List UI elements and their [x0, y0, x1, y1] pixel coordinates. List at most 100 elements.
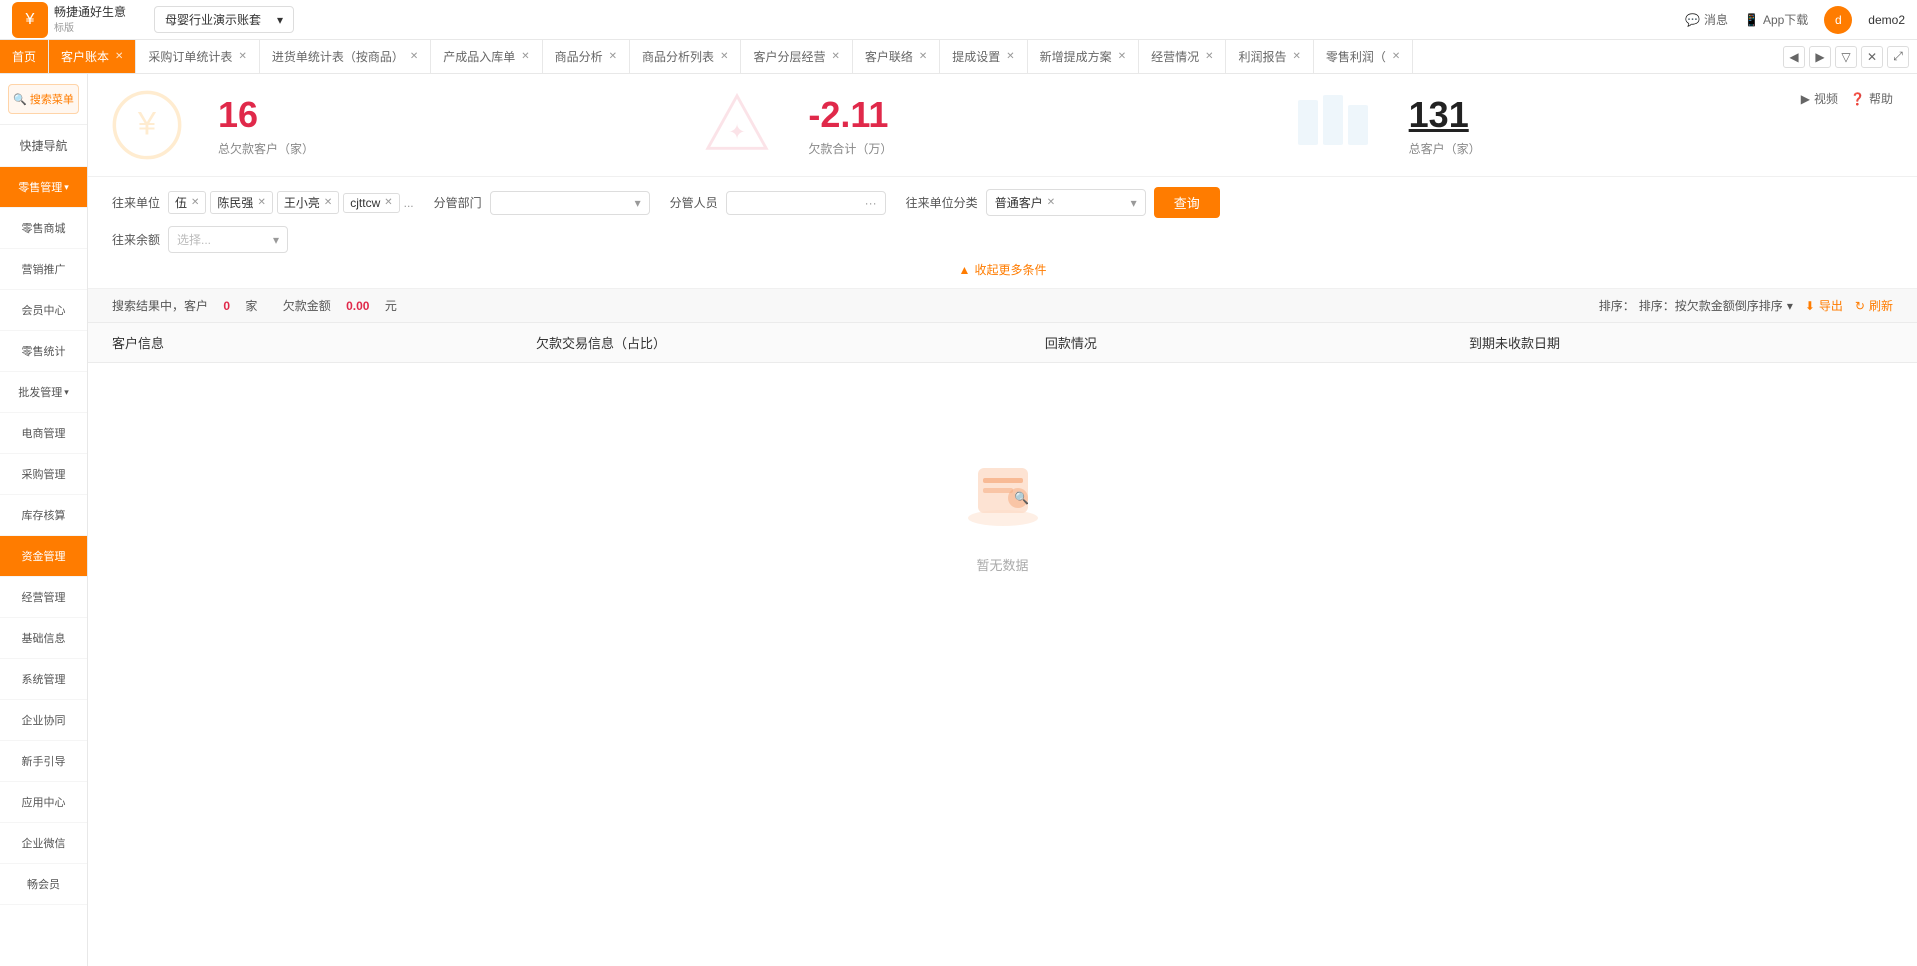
table-header: 客户信息 欠款交易信息（占比） 回款情况 到期未收款日期 [88, 323, 1917, 363]
tab-product-analysis-list[interactable]: 商品分析列表 ✕ [630, 40, 741, 74]
tab-retail-profit-close[interactable]: ✕ [1392, 51, 1400, 62]
sidebar-item-quick-nav[interactable]: 快捷导航 [0, 125, 87, 167]
tab-customer-book-close[interactable]: ✕ [115, 51, 123, 62]
tab-inbound-stats-close[interactable]: ✕ [410, 51, 418, 62]
tab-operations-close[interactable]: ✕ [1205, 51, 1213, 62]
tab-scroll-left[interactable]: ◀ [1783, 46, 1805, 68]
tab-customer-book[interactable]: 客户账本 ✕ [49, 40, 136, 74]
logo-icon: ¥ [12, 2, 48, 38]
tab-purchase-order[interactable]: 采购订单统计表 ✕ [136, 40, 259, 74]
tab-customer-segment-close[interactable]: ✕ [831, 51, 839, 62]
tab-promo-settings-close[interactable]: ✕ [1006, 51, 1014, 62]
sidebar-item-enterprise[interactable]: 企业协同 [0, 700, 87, 741]
filter-more-tags[interactable]: ... [404, 196, 414, 210]
sidebar-item-basic-info[interactable]: 基础信息 [0, 618, 87, 659]
tab-inbound-stats[interactable]: 进货单统计表（按商品） ✕ [260, 40, 431, 74]
tab-contact-label: 客户联络 [865, 48, 913, 65]
sidebar-item-operations-mgmt[interactable]: 经营管理 [0, 577, 87, 618]
workspace-selector[interactable]: 母婴行业演示账套 ▾ [154, 6, 294, 33]
unit-category-select[interactable]: 普通客户 ✕ ▾ [986, 189, 1146, 216]
tab-new-promo[interactable]: 新增提成方案 ✕ [1028, 40, 1139, 74]
person-select[interactable]: ··· [726, 191, 886, 215]
tab-product-analysis-close[interactable]: ✕ [609, 51, 617, 62]
stats-row: ¥ 16 总欠款客户（家） ✦ -2.11 欠款合计（万） 131 总客户（家） [88, 74, 1917, 177]
sidebar-item-ecommerce[interactable]: 电商管理 [0, 413, 87, 454]
col-debt-info: 欠款交易信息（占比） [536, 333, 1045, 352]
unit-category-close[interactable]: ✕ [1047, 197, 1055, 208]
tag-chen-close[interactable]: ✕ [257, 197, 265, 208]
search-result-label: 搜索结果中，客户 0 家 欠款金额 0.00 元 [112, 299, 409, 313]
tab-profit-report-close[interactable]: ✕ [1293, 51, 1301, 62]
department-select[interactable]: ▾ [490, 191, 650, 215]
sidebar-search-button[interactable]: 🔍 搜索菜单 [8, 84, 79, 114]
tag-wu-close[interactable]: ✕ [191, 197, 199, 208]
tab-customer-segment[interactable]: 客户分层经营 ✕ [741, 40, 852, 74]
tag-wu-value: 伍 [175, 194, 187, 211]
sidebar-item-retail-mall[interactable]: 零售商城 [0, 208, 87, 249]
sidebar-item-new-user-guide[interactable]: 新手引导 [0, 741, 87, 782]
sidebar-item-wholesale[interactable]: 批发管理 ▾ [0, 372, 87, 413]
app-download-label: App下载 [1763, 11, 1808, 28]
tab-retail-profit-label: 零售利润（ [1326, 48, 1386, 65]
tab-promo-settings-label: 提成设置 [952, 48, 1000, 65]
sidebar-item-retail-management[interactable]: 零售管理 ▾ [0, 167, 87, 208]
tab-promo-settings[interactable]: 提成设置 ✕ [940, 40, 1027, 74]
query-button[interactable]: 查询 [1154, 187, 1220, 218]
tab-profit-report[interactable]: 利润报告 ✕ [1226, 40, 1313, 74]
tab-close-all[interactable]: ✕ [1861, 46, 1883, 68]
sidebar-item-vip-member[interactable]: 畅会员 [0, 864, 87, 905]
sidebar-item-purchase[interactable]: 采购管理 [0, 454, 87, 495]
refresh-button[interactable]: ↻ 刷新 [1855, 297, 1893, 314]
stat-debt-number: -2.11 [808, 94, 888, 136]
video-label: 视频 [1814, 90, 1838, 107]
collapse-button[interactable]: ▲ 收起更多条件 [112, 261, 1893, 278]
sidebar-item-finance[interactable]: 资金管理 [0, 536, 87, 577]
app-download-action[interactable]: 📱 App下载 [1744, 11, 1808, 28]
tab-product-analysis[interactable]: 商品分析 ✕ [543, 40, 630, 74]
tag-cjttcw-close[interactable]: ✕ [384, 197, 392, 208]
tag-chen-value: 陈民强 [217, 194, 253, 211]
stat-customers-number: 16 [218, 94, 258, 136]
sidebar-item-retail-stats[interactable]: 零售统计 [0, 331, 87, 372]
sidebar-item-system-mgmt[interactable]: 系统管理 [0, 659, 87, 700]
play-icon: ▶ [1801, 92, 1810, 106]
user-avatar[interactable]: d [1824, 6, 1852, 34]
tag-wang-close[interactable]: ✕ [324, 197, 332, 208]
message-action[interactable]: 💬 消息 [1685, 11, 1728, 28]
result-actions: 排序： 排序：按欠款金额倒序排序 ▾ ⬇ 导出 ↻ 刷新 [1599, 297, 1893, 314]
stat-count-label: 总客户（家） [1409, 140, 1481, 157]
export-label: 导出 [1819, 297, 1843, 314]
tab-fullscreen[interactable]: ⤢ [1887, 46, 1909, 68]
sort-selector[interactable]: 排序： 排序：按欠款金额倒序排序 ▾ [1599, 297, 1793, 314]
tab-production-inbound[interactable]: 产成品入库单 ✕ [431, 40, 542, 74]
stats-actions: ▶ 视频 ❓ 帮助 [1801, 90, 1893, 107]
tab-expand[interactable]: ▽ [1835, 46, 1857, 68]
remain-amount-select[interactable]: 选择... ▾ [168, 226, 288, 253]
sidebar-system-label: 系统管理 [22, 674, 66, 686]
sidebar-item-app-center[interactable]: 应用中心 [0, 782, 87, 823]
tab-profit-report-label: 利润报告 [1238, 48, 1286, 65]
sidebar-item-member-center[interactable]: 会员中心 [0, 290, 87, 331]
sidebar-item-inventory[interactable]: 库存核算 [0, 495, 87, 536]
sidebar-item-enterprise-wechat[interactable]: 企业微信 [0, 823, 87, 864]
help-link[interactable]: ❓ 帮助 [1850, 90, 1893, 107]
tab-operations[interactable]: 经营情况 ✕ [1139, 40, 1226, 74]
top-bar: ¥ 畅捷通好生意 标版 母婴行业演示账套 ▾ 💬 消息 📱 App下载 d de… [0, 0, 1917, 40]
sidebar-purchase-label: 采购管理 [22, 469, 66, 481]
sidebar-item-marketing[interactable]: 营销推广 [0, 249, 87, 290]
tab-product-list-close[interactable]: ✕ [720, 51, 728, 62]
tab-purchase-order-close[interactable]: ✕ [238, 51, 246, 62]
tab-new-promo-close[interactable]: ✕ [1118, 51, 1126, 62]
tab-contact-close[interactable]: ✕ [919, 51, 927, 62]
sidebar-quick-nav-label: 快捷导航 [19, 139, 67, 153]
tab-production-close[interactable]: ✕ [521, 51, 529, 62]
tab-retail-profit[interactable]: 零售利润（ ✕ [1314, 40, 1413, 74]
tab-customer-contact[interactable]: 客户联络 ✕ [853, 40, 940, 74]
tab-scroll-right[interactable]: ▶ [1809, 46, 1831, 68]
empty-text: 暂无数据 [976, 555, 1028, 574]
tab-home[interactable]: 首页 [0, 40, 49, 74]
export-button[interactable]: ⬇ 导出 [1805, 297, 1843, 314]
sidebar-wechat-label: 企业微信 [22, 838, 66, 850]
video-link[interactable]: ▶ 视频 [1801, 90, 1838, 107]
sidebar-retail-stats-label: 零售统计 [22, 346, 66, 358]
